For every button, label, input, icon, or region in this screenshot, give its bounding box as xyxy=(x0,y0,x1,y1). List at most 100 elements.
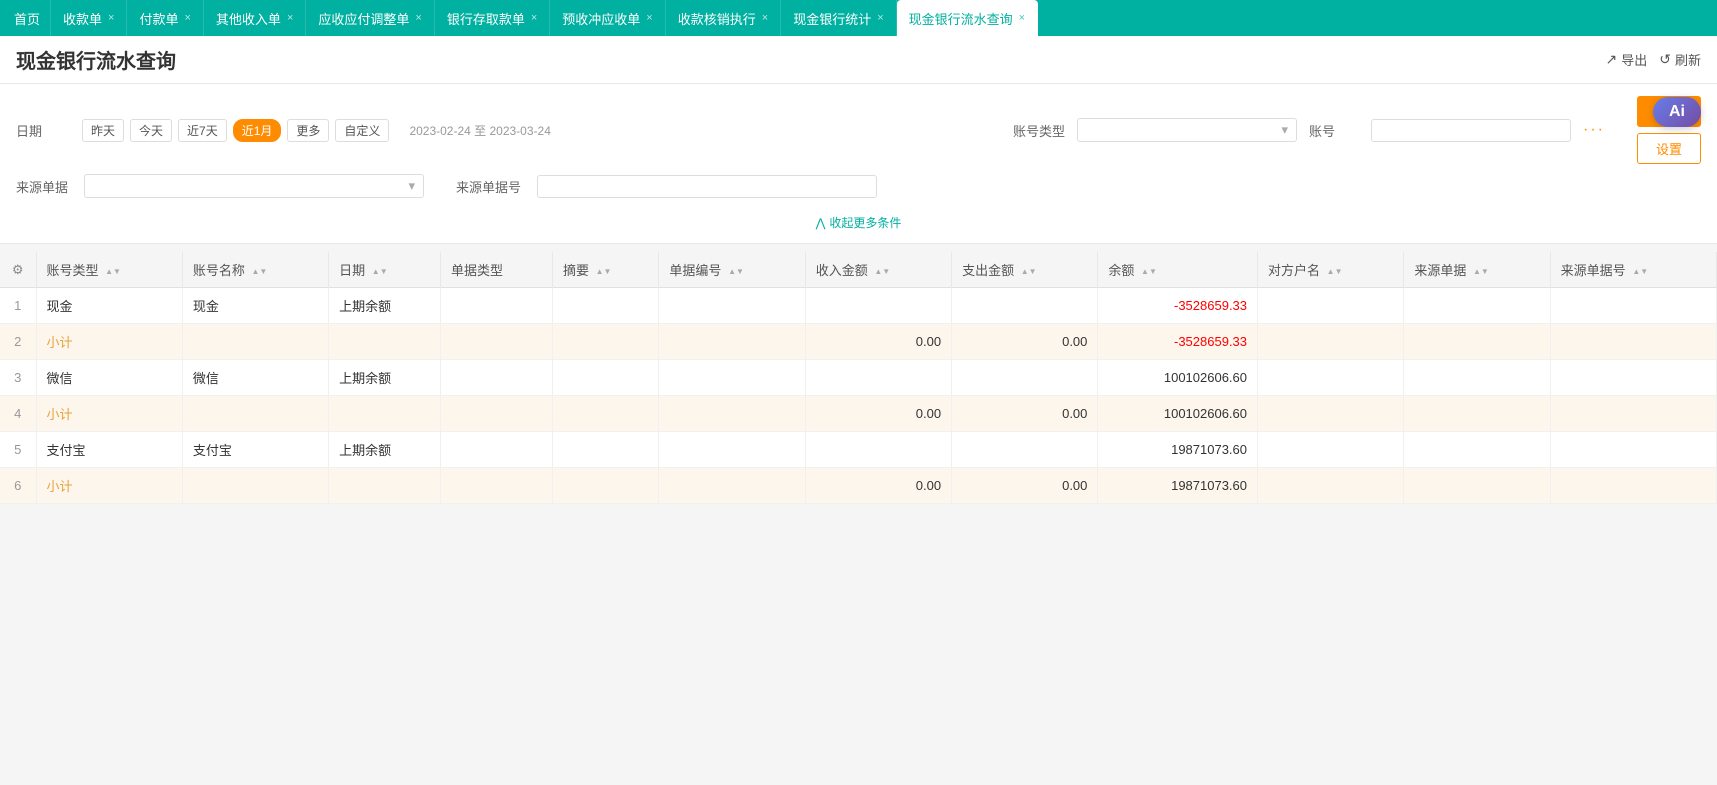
table-row[interactable]: 1 现金 现金 上期余额 -3528659.33 xyxy=(0,288,1717,324)
col-doc-no[interactable]: 单据编号 ▲▼ xyxy=(659,252,805,288)
close-icon[interactable]: × xyxy=(287,12,293,24)
date-range: 2023-02-24 至 2023-03-24 xyxy=(409,122,550,139)
close-icon[interactable]: × xyxy=(1019,12,1025,24)
cell-account-type: 微信 xyxy=(36,360,182,396)
col-account-name[interactable]: 账号名称 ▲▼ xyxy=(182,252,328,288)
account-type-select[interactable]: ▾ xyxy=(1077,118,1297,142)
col-balance[interactable]: 余额 ▲▼ xyxy=(1098,252,1258,288)
cell-account-name: 支付宝 xyxy=(182,432,328,468)
refresh-icon: ↺ xyxy=(1659,51,1671,68)
header-actions: ↗ 导出 ↺ 刷新 xyxy=(1606,50,1702,69)
chevron-down-icon: ▾ xyxy=(408,178,415,194)
collapse-bar[interactable]: ⋀ 收起更多条件 xyxy=(16,208,1701,231)
cell-balance: 19871073.60 xyxy=(1098,468,1258,504)
table-row[interactable]: 2 小计 0.00 0.00 -3528659.33 xyxy=(0,324,1717,360)
cell-counterparty xyxy=(1258,432,1404,468)
cell-doc-type xyxy=(441,468,553,504)
cell-source-doc xyxy=(1404,360,1550,396)
row-number: 1 xyxy=(0,288,36,324)
ai-badge[interactable]: Ai xyxy=(1653,97,1701,127)
date-today[interactable]: 今天 xyxy=(130,119,172,142)
collapse-up-icon: ⋀ xyxy=(816,216,826,230)
account-no-input[interactable] xyxy=(1371,119,1571,142)
row-number: 6 xyxy=(0,468,36,504)
nav-home[interactable]: 首页 xyxy=(4,0,51,36)
cell-date xyxy=(329,396,441,432)
cell-doc-no xyxy=(659,396,805,432)
nav-cash-bank-flow[interactable]: 现金银行流水查询 × xyxy=(897,0,1038,36)
filter-row-source: 来源单据 ▾ 来源单据号 xyxy=(16,174,1701,198)
col-expense[interactable]: 支出金额 ▲▼ xyxy=(952,252,1098,288)
col-income[interactable]: 收入金额 ▲▼ xyxy=(805,252,951,288)
cell-income xyxy=(805,288,951,324)
sort-icon: ▲▼ xyxy=(1632,268,1648,276)
table-row[interactable]: 5 支付宝 支付宝 上期余额 19871073.60 xyxy=(0,432,1717,468)
close-icon[interactable]: × xyxy=(108,12,114,24)
sort-icon: ▲▼ xyxy=(596,268,612,276)
col-account-type[interactable]: 账号类型 ▲▼ xyxy=(36,252,182,288)
close-icon[interactable]: × xyxy=(877,12,883,24)
nav-bank-deposit[interactable]: 银行存取款单 × xyxy=(435,0,550,36)
cell-doc-no xyxy=(659,360,805,396)
sort-icon: ▲▼ xyxy=(1327,268,1343,276)
close-icon[interactable]: × xyxy=(531,12,537,24)
cell-source-doc-no xyxy=(1550,324,1716,360)
chevron-down-icon: ▾ xyxy=(1281,122,1288,138)
cell-balance: 100102606.60 xyxy=(1098,396,1258,432)
page-header: 现金银行流水查询 ↗ 导出 ↺ 刷新 xyxy=(0,36,1717,84)
collapse-label: 收起更多条件 xyxy=(829,214,901,231)
table-row[interactable]: 3 微信 微信 上期余额 100102606.60 xyxy=(0,360,1717,396)
nav-collection-exec[interactable]: 收款核销执行 × xyxy=(666,0,781,36)
cell-expense xyxy=(952,432,1098,468)
nav-ar-ap-adjust[interactable]: 应收应付调整单 × xyxy=(306,0,434,36)
nav-other-income[interactable]: 其他收入单 × xyxy=(204,0,306,36)
cell-date xyxy=(329,324,441,360)
source-doc-select[interactable]: ▾ xyxy=(84,174,424,198)
more-options-icon[interactable]: ··· xyxy=(1583,121,1605,139)
nav-advance-offset[interactable]: 预收冲应收单 × xyxy=(550,0,665,36)
cell-source-doc-no xyxy=(1550,432,1716,468)
refresh-button[interactable]: ↺ 刷新 xyxy=(1659,50,1701,69)
col-summary[interactable]: 摘要 ▲▼ xyxy=(552,252,658,288)
cell-source-doc xyxy=(1404,468,1550,504)
cell-balance: 19871073.60 xyxy=(1098,432,1258,468)
cell-summary xyxy=(552,324,658,360)
source-doc-no-label: 来源单据号 xyxy=(456,177,521,196)
settings-button[interactable]: 设置 xyxy=(1637,133,1701,164)
cell-expense xyxy=(952,288,1098,324)
row-number: 2 xyxy=(0,324,36,360)
col-doc-type[interactable]: 单据类型 xyxy=(441,252,553,288)
close-icon[interactable]: × xyxy=(646,12,652,24)
nav-cash-bank-stats[interactable]: 现金银行统计 × xyxy=(781,0,896,36)
date-yesterday[interactable]: 昨天 xyxy=(82,119,124,142)
cell-source-doc-no xyxy=(1550,396,1716,432)
close-icon[interactable]: × xyxy=(415,12,421,24)
col-source-doc[interactable]: 来源单据 ▲▼ xyxy=(1404,252,1550,288)
cell-date: 上期余额 xyxy=(329,360,441,396)
sort-icon: ▲▼ xyxy=(372,268,388,276)
sort-icon: ▲▼ xyxy=(105,268,121,276)
col-source-doc-no[interactable]: 来源单据号 ▲▼ xyxy=(1550,252,1716,288)
account-type-label: 账号类型 xyxy=(1013,121,1065,140)
col-gear[interactable]: ⚙ xyxy=(0,252,36,288)
cell-expense xyxy=(952,360,1098,396)
source-doc-no-input[interactable] xyxy=(537,175,877,198)
date-custom[interactable]: 自定义 xyxy=(335,119,389,142)
table-row[interactable]: 6 小计 0.00 0.00 19871073.60 xyxy=(0,468,1717,504)
col-counterparty[interactable]: 对方户名 ▲▼ xyxy=(1258,252,1404,288)
cell-expense: 0.00 xyxy=(952,396,1098,432)
nav-payments[interactable]: 付款单 × xyxy=(127,0,203,36)
nav-receipts[interactable]: 收款单 × xyxy=(51,0,127,36)
close-icon[interactable]: × xyxy=(184,12,190,24)
table-container: ⚙ 账号类型 ▲▼ 账号名称 ▲▼ 日期 ▲▼ 单据类型 摘要 xyxy=(0,252,1717,504)
date-7days[interactable]: 近7天 xyxy=(178,119,227,142)
col-date[interactable]: 日期 ▲▼ xyxy=(329,252,441,288)
cell-doc-type xyxy=(441,288,553,324)
export-icon: ↗ xyxy=(1606,51,1618,68)
row-number: 3 xyxy=(0,360,36,396)
date-more[interactable]: 更多 xyxy=(287,119,329,142)
date-1month[interactable]: 近1月 xyxy=(233,119,282,142)
table-row[interactable]: 4 小计 0.00 0.00 100102606.60 xyxy=(0,396,1717,432)
export-button[interactable]: ↗ 导出 xyxy=(1606,50,1648,69)
close-icon[interactable]: × xyxy=(762,12,768,24)
